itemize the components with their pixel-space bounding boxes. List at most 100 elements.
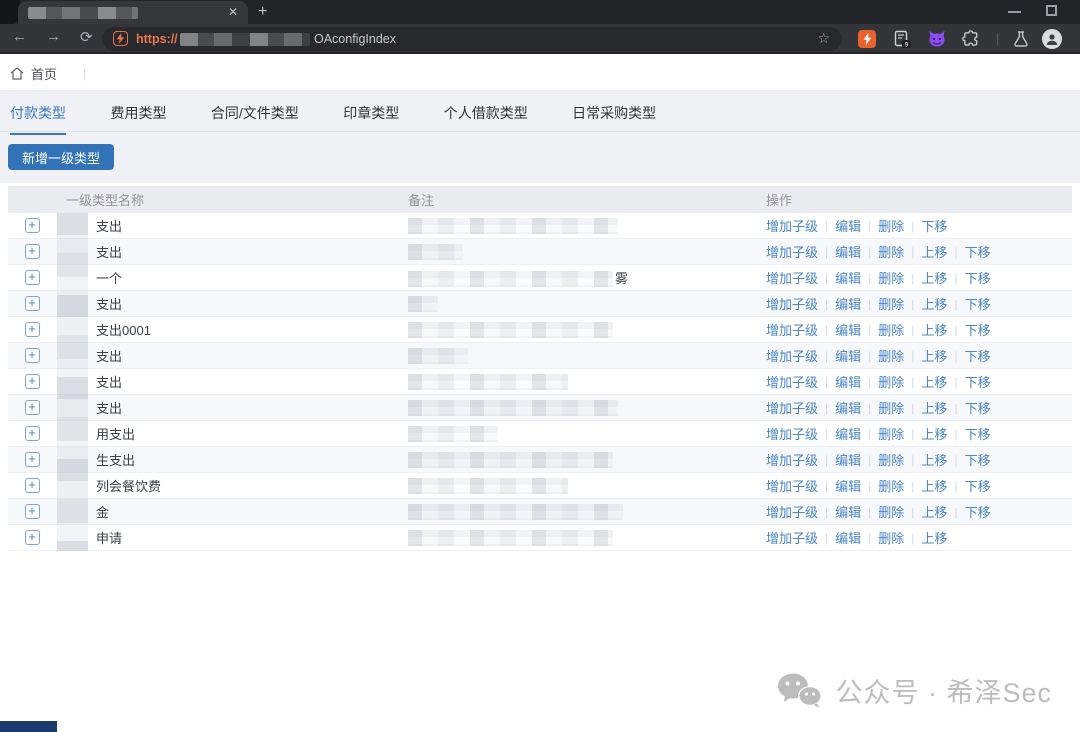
expand-plus-icon[interactable]: + <box>24 504 40 519</box>
action-edit-link[interactable]: 编辑 <box>835 398 861 417</box>
extensions-puzzle-icon[interactable] <box>962 30 980 48</box>
profile-avatar[interactable] <box>1042 29 1062 49</box>
expand-plus-icon[interactable]: + <box>24 270 40 285</box>
expand-plus-icon[interactable]: + <box>24 348 40 363</box>
action-up-link[interactable]: 上移 <box>921 372 947 391</box>
expand-plus-icon[interactable]: + <box>24 244 40 259</box>
action-add-child-link[interactable]: 增加子级 <box>766 268 818 287</box>
action-delete-link[interactable]: 删除 <box>878 450 904 469</box>
new-tab-icon[interactable]: + <box>258 2 267 22</box>
tab-close-icon[interactable]: ✕ <box>228 5 238 19</box>
action-edit-link[interactable]: 编辑 <box>835 528 861 547</box>
forward-icon[interactable]: → <box>46 28 61 45</box>
action-add-child-link[interactable]: 增加子级 <box>766 372 818 391</box>
action-down-link[interactable]: 下移 <box>965 346 991 365</box>
browser-tab[interactable]: ✕ <box>18 1 248 24</box>
action-delete-link[interactable]: 删除 <box>878 268 904 287</box>
tab-payment-type[interactable]: 付款类型 <box>10 103 66 135</box>
action-down-link[interactable]: 下移 <box>965 320 991 339</box>
action-down-link[interactable]: 下移 <box>965 476 991 495</box>
action-up-link[interactable]: 上移 <box>921 476 947 495</box>
action-up-link[interactable]: 上移 <box>921 268 947 287</box>
action-add-child-link[interactable]: 增加子级 <box>766 424 818 443</box>
action-up-link[interactable]: 上移 <box>921 528 947 547</box>
action-add-child-link[interactable]: 增加子级 <box>766 216 818 235</box>
action-edit-link[interactable]: 编辑 <box>835 372 861 391</box>
action-add-child-link[interactable]: 增加子级 <box>766 294 818 313</box>
action-delete-link[interactable]: 删除 <box>878 372 904 391</box>
breadcrumb-home[interactable]: 首页 <box>31 64 57 83</box>
tab-personal-loan-type[interactable]: 个人借款类型 <box>444 103 528 133</box>
action-delete-link[interactable]: 删除 <box>878 320 904 339</box>
address-bar[interactable]: https:// OAconfigIndex ☆ <box>102 27 842 51</box>
action-edit-link[interactable]: 编辑 <box>835 346 861 365</box>
reload-icon[interactable]: ⟳ <box>80 28 93 46</box>
action-add-child-link[interactable]: 增加子级 <box>766 398 818 417</box>
action-add-child-link[interactable]: 增加子级 <box>766 346 818 365</box>
action-up-link[interactable]: 上移 <box>921 346 947 365</box>
action-edit-link[interactable]: 编辑 <box>835 424 861 443</box>
action-add-child-link[interactable]: 增加子级 <box>766 242 818 261</box>
devil-extension-icon[interactable] <box>928 30 946 48</box>
expand-plus-icon[interactable]: + <box>24 530 40 545</box>
back-icon[interactable]: ← <box>12 28 27 45</box>
tab-daily-purchase-type[interactable]: 日常采购类型 <box>572 103 656 133</box>
action-up-link[interactable]: 上移 <box>921 450 947 469</box>
tab-seal-type[interactable]: 印章类型 <box>343 103 399 133</box>
add-top-level-type-button[interactable]: 新增一级类型 <box>8 144 115 170</box>
action-down-link[interactable]: 下移 <box>965 268 991 287</box>
action-edit-link[interactable]: 编辑 <box>835 320 861 339</box>
action-down-link[interactable]: 下移 <box>965 502 991 521</box>
site-lightning-icon[interactable] <box>113 31 128 46</box>
tab-contract-file-type[interactable]: 合同/文件类型 <box>211 103 299 133</box>
expand-plus-icon[interactable]: + <box>24 374 40 389</box>
action-edit-link[interactable]: 编辑 <box>835 476 861 495</box>
action-delete-link[interactable]: 删除 <box>878 476 904 495</box>
action-up-link[interactable]: 上移 <box>921 242 947 261</box>
expand-plus-icon[interactable]: + <box>24 452 40 467</box>
card-extension-icon[interactable]: 9 <box>893 30 911 48</box>
window-minimize-icon[interactable] <box>1008 11 1021 13</box>
action-edit-link[interactable]: 编辑 <box>835 242 861 261</box>
action-add-child-link[interactable]: 增加子级 <box>766 450 818 469</box>
action-down-link[interactable]: 下移 <box>965 398 991 417</box>
action-delete-link[interactable]: 删除 <box>878 528 904 547</box>
lightning-extension-icon[interactable] <box>858 30 876 48</box>
action-down-link[interactable]: 下移 <box>921 216 947 235</box>
home-icon[interactable] <box>10 66 24 80</box>
action-delete-link[interactable]: 删除 <box>878 346 904 365</box>
action-delete-link[interactable]: 删除 <box>878 294 904 313</box>
action-up-link[interactable]: 上移 <box>921 320 947 339</box>
action-edit-link[interactable]: 编辑 <box>835 294 861 313</box>
expand-plus-icon[interactable]: + <box>24 218 40 233</box>
action-down-link[interactable]: 下移 <box>965 424 991 443</box>
action-delete-link[interactable]: 删除 <box>878 424 904 443</box>
action-edit-link[interactable]: 编辑 <box>835 268 861 287</box>
action-up-link[interactable]: 上移 <box>921 294 947 313</box>
action-down-link[interactable]: 下移 <box>965 242 991 261</box>
expand-plus-icon[interactable]: + <box>24 400 40 415</box>
action-delete-link[interactable]: 删除 <box>878 502 904 521</box>
bookmark-star-icon[interactable]: ☆ <box>817 30 830 47</box>
action-add-child-link[interactable]: 增加子级 <box>766 476 818 495</box>
action-down-link[interactable]: 下移 <box>965 294 991 313</box>
expand-plus-icon[interactable]: + <box>24 322 40 337</box>
action-edit-link[interactable]: 编辑 <box>835 216 861 235</box>
action-up-link[interactable]: 上移 <box>921 424 947 443</box>
tab-expense-type[interactable]: 费用类型 <box>110 103 166 133</box>
action-edit-link[interactable]: 编辑 <box>835 502 861 521</box>
action-add-child-link[interactable]: 增加子级 <box>766 320 818 339</box>
action-down-link[interactable]: 下移 <box>965 450 991 469</box>
flask-icon[interactable] <box>1012 30 1030 48</box>
action-delete-link[interactable]: 删除 <box>878 216 904 235</box>
action-add-child-link[interactable]: 增加子级 <box>766 502 818 521</box>
action-up-link[interactable]: 上移 <box>921 398 947 417</box>
action-add-child-link[interactable]: 增加子级 <box>766 528 818 547</box>
expand-plus-icon[interactable]: + <box>24 426 40 441</box>
action-up-link[interactable]: 上移 <box>921 502 947 521</box>
window-maximize-icon[interactable] <box>1046 5 1057 16</box>
expand-plus-icon[interactable]: + <box>24 296 40 311</box>
action-edit-link[interactable]: 编辑 <box>835 450 861 469</box>
expand-plus-icon[interactable]: + <box>24 478 40 493</box>
action-delete-link[interactable]: 删除 <box>878 242 904 261</box>
